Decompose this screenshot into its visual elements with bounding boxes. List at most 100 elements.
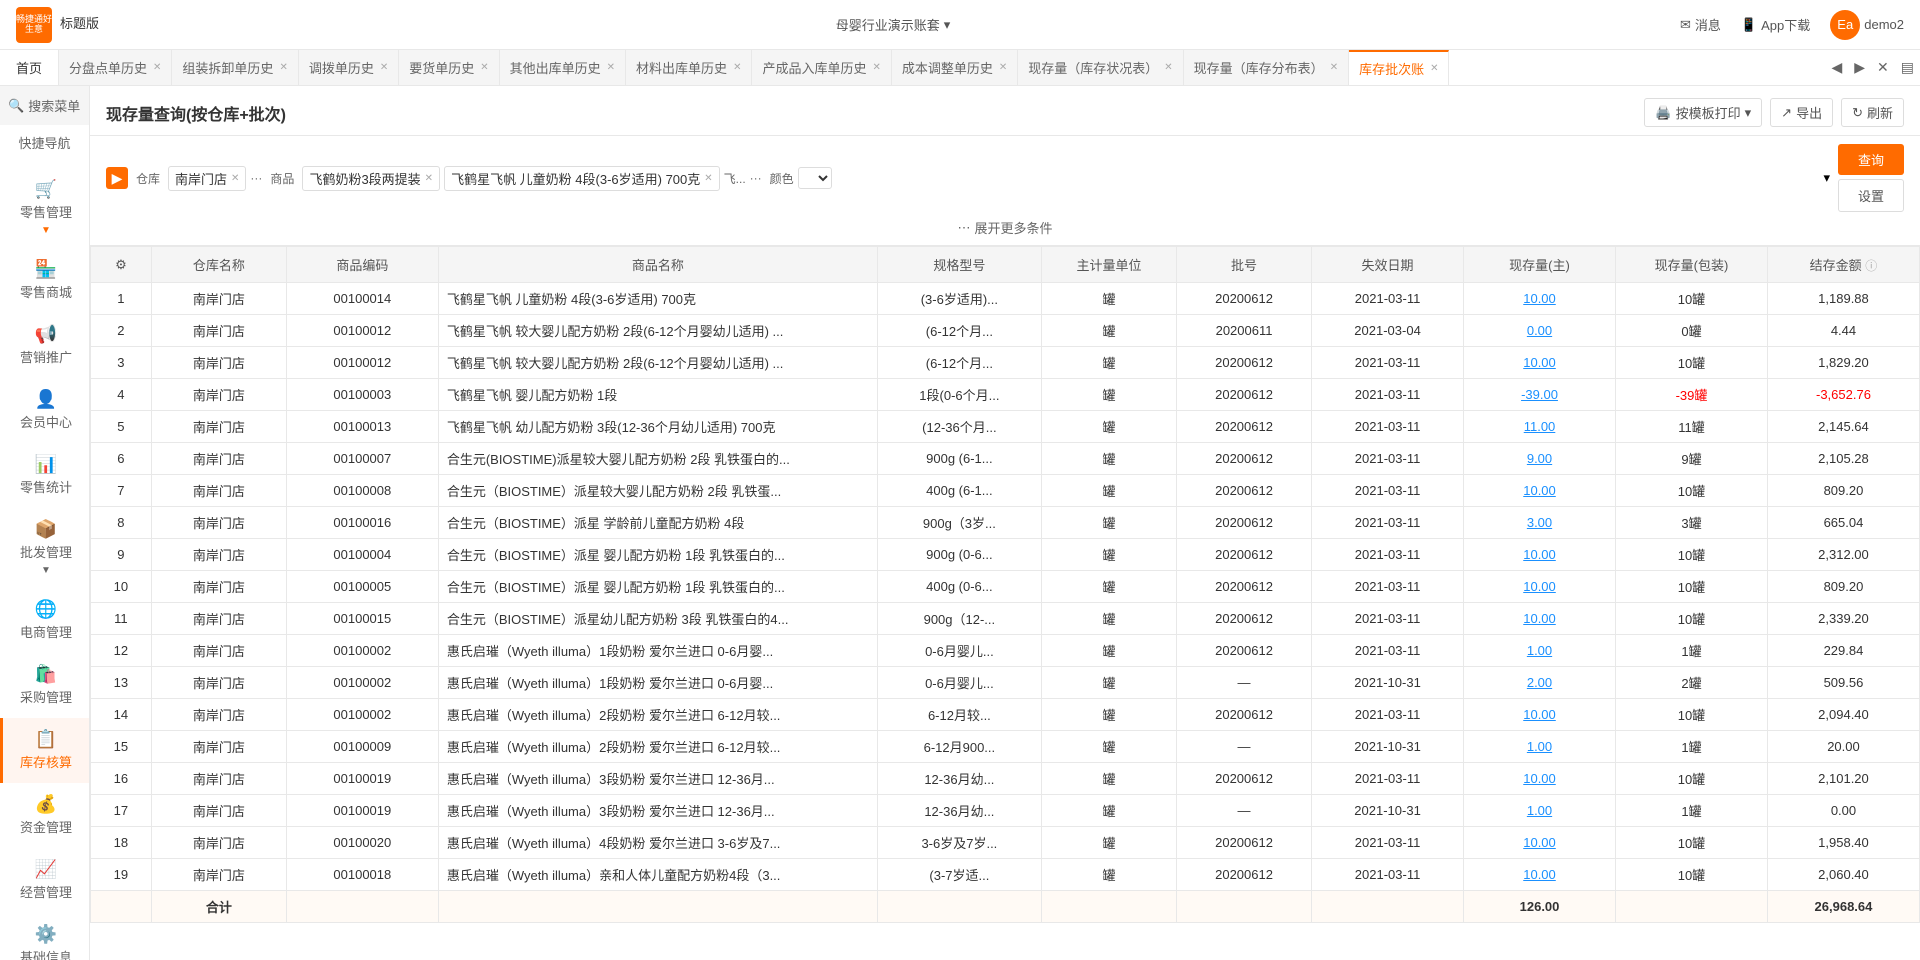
cell-code-6: 00100007 (286, 443, 438, 475)
sidebar: 🔍 搜索菜单 快捷导航 🛒 零售管理 ▼ 🏪 零售商城 📢 营销推广 👤 会员中… (0, 86, 90, 960)
sidebar-item-business[interactable]: 📈 经营管理 (0, 848, 89, 913)
tab-sample[interactable]: 调拨单历史 ✕ (299, 50, 399, 85)
th-settings[interactable]: ⚙ (91, 247, 152, 283)
cell-stock-main-17[interactable]: 1.00 (1464, 795, 1616, 827)
th-unit: 主计量单位 (1041, 247, 1176, 283)
product-tag-1[interactable]: 飞鹤奶粉3段两提装 ✕ (302, 166, 440, 191)
tab-split-inventory[interactable]: 分盘点单历史 ✕ (59, 50, 172, 85)
cell-warehouse-17: 南岸门店 (151, 795, 286, 827)
sidebar-item-finance[interactable]: 💰 资金管理 (0, 783, 89, 848)
sidebar-item-purchase[interactable]: 🛍️ 采购管理 (0, 653, 89, 718)
tab-stock-dist[interactable]: 现存量（库存分布表） ✕ (1184, 50, 1349, 85)
cell-stock-main-5[interactable]: 11.00 (1464, 411, 1616, 443)
product-tag-1-value: 飞鹤奶粉3段两提装 (309, 169, 420, 188)
tab-request[interactable]: 要货单历史 ✕ (399, 50, 499, 85)
cell-warehouse-19: 南岸门店 (151, 859, 286, 891)
cell-stock-main-19[interactable]: 10.00 (1464, 859, 1616, 891)
tab-disassembly[interactable]: 组装拆卸单历史 ✕ (172, 50, 298, 85)
tab-material-out-close[interactable]: ✕ (733, 62, 741, 73)
tab-other-out[interactable]: 其他出库单历史 ✕ (500, 50, 626, 85)
amount-info-icon[interactable]: ⓘ (1865, 259, 1877, 273)
sidebar-item-retail-stat[interactable]: 📊 零售统计 (0, 443, 89, 508)
tab-stock-status[interactable]: 现存量（库存状况表） ✕ (1018, 50, 1183, 85)
warehouse-tag-close[interactable]: ✕ (231, 173, 239, 184)
cell-stock-main-16[interactable]: 10.00 (1464, 763, 1616, 795)
cell-stock-main-6[interactable]: 9.00 (1464, 443, 1616, 475)
tab-menu[interactable]: ▤ (1895, 59, 1920, 76)
tab-stock-dist-close[interactable]: ✕ (1330, 62, 1338, 73)
expand-more-btn[interactable]: ⋯ 展开更多条件 (957, 218, 1052, 237)
tab-nav-prev[interactable]: ◀ (1825, 59, 1848, 76)
cell-stock-main-13[interactable]: 2.00 (1464, 667, 1616, 699)
tab-disassembly-close[interactable]: ✕ (279, 62, 287, 73)
tab-sample-close[interactable]: ✕ (380, 62, 388, 73)
cell-stock-main-18[interactable]: 10.00 (1464, 827, 1616, 859)
tab-split-inventory-close[interactable]: ✕ (153, 62, 161, 73)
setting-btn[interactable]: 设置 (1838, 179, 1904, 212)
tab-close-current[interactable]: ✕ (1871, 59, 1895, 76)
sidebar-item-inventory[interactable]: 📋 库存核算 (0, 718, 89, 783)
cell-name-16: 惠氏启璀（Wyeth illuma）3段奶粉 爱尔兰进口 12-36月... (438, 763, 877, 795)
cell-stock-main-10[interactable]: 10.00 (1464, 571, 1616, 603)
query-btn[interactable]: 查询 (1838, 144, 1904, 175)
tab-nav-next[interactable]: ▶ (1848, 59, 1871, 76)
cell-stock-main-12[interactable]: 1.00 (1464, 635, 1616, 667)
tab-cost-adjust-close[interactable]: ✕ (999, 62, 1007, 73)
refresh-btn[interactable]: ↻ 刷新 (1841, 98, 1904, 127)
sidebar-item-ecommerce[interactable]: 🌐 电商管理 (0, 588, 89, 653)
tab-stock-status-close[interactable]: ✕ (1164, 62, 1172, 73)
sidebar-item-member[interactable]: 👤 会员中心 (0, 378, 89, 443)
cell-stock-main-2[interactable]: 0.00 (1464, 315, 1616, 347)
tab-product-in[interactable]: 产成品入库单历史 ✕ (752, 50, 891, 85)
user-menu[interactable]: Ea demo2 (1830, 10, 1904, 40)
cell-warehouse-14: 南岸门店 (151, 699, 286, 731)
cell-spec-13: 0-6月婴儿... (877, 667, 1041, 699)
cell-stock-main-11[interactable]: 10.00 (1464, 603, 1616, 635)
product-tag-2-close[interactable]: ✕ (704, 173, 712, 184)
tab-cost-adjust[interactable]: 成本调整单历史 ✕ (892, 50, 1018, 85)
product-tag-1-close[interactable]: ✕ (425, 173, 433, 184)
warehouse-more[interactable]: ··· (250, 171, 262, 185)
messages-btn[interactable]: ✉ 消息 (1680, 15, 1721, 34)
cell-stock-main-8[interactable]: 3.00 (1464, 507, 1616, 539)
tab-other-out-close[interactable]: ✕ (607, 62, 615, 73)
color-filter-select[interactable] (798, 167, 832, 189)
retail-icon: 🛒 (35, 180, 57, 198)
cell-stock-main-7[interactable]: 10.00 (1464, 475, 1616, 507)
cell-warehouse-15: 南岸门店 (151, 731, 286, 763)
tab-batch-ledger-close[interactable]: ✕ (1430, 63, 1438, 74)
cell-stock-main-14[interactable]: 10.00 (1464, 699, 1616, 731)
avatar: Ea (1830, 10, 1860, 40)
app-download-btn[interactable]: 📱 App下载 (1741, 15, 1810, 34)
tab-request-close[interactable]: ✕ (480, 62, 488, 73)
print-btn[interactable]: 🖨️ 按模板打印 ▾ (1644, 98, 1762, 127)
warehouse-tag[interactable]: 南岸门店 ✕ (168, 166, 246, 191)
sidebar-shortcut[interactable]: 快捷导航 (0, 125, 89, 160)
filter-expand-btn[interactable]: ▶ (106, 167, 128, 189)
cell-stock-main-4[interactable]: -39.00 (1464, 379, 1616, 411)
table-row: 15 南岸门店 00100009 惠氏启璀（Wyeth illuma）2段奶粉 … (91, 731, 1920, 763)
product-tag-2[interactable]: 飞鹤星飞帆 儿童奶粉 4段(3-6岁适用) 700克 ✕ (444, 166, 720, 191)
cell-stock-main-3[interactable]: 10.00 (1464, 347, 1616, 379)
org-selector[interactable]: 母婴行业演示账套 ▾ (836, 15, 951, 34)
sidebar-item-retail-shop[interactable]: 🏪 零售商城 (0, 248, 89, 313)
sidebar-item-retail[interactable]: 🛒 零售管理 ▼ (0, 168, 89, 248)
sidebar-search[interactable]: 🔍 搜索菜单 (0, 86, 89, 125)
tab-product-in-close[interactable]: ✕ (872, 62, 880, 73)
export-btn[interactable]: ↗ 导出 (1770, 98, 1833, 127)
tab-disassembly-label: 组装拆卸单历史 (182, 58, 273, 77)
sidebar-item-wholesale[interactable]: 📦 批发管理 ▼ (0, 508, 89, 588)
sidebar-item-marketing[interactable]: 📢 营销推广 (0, 313, 89, 378)
sidebar-item-basic[interactable]: ⚙️ 基础信息 (0, 913, 89, 960)
tab-material-out[interactable]: 材料出库单历史 ✕ (626, 50, 752, 85)
tab-home[interactable]: 首页 (0, 50, 59, 85)
cell-code-11: 00100015 (286, 603, 438, 635)
cell-stock-main-15[interactable]: 1.00 (1464, 731, 1616, 763)
cell-stock-pkg-5: 11罐 (1615, 411, 1767, 443)
cell-stock-main-9[interactable]: 10.00 (1464, 539, 1616, 571)
cell-stock-main-1[interactable]: 10.00 (1464, 283, 1616, 315)
cell-warehouse-18: 南岸门店 (151, 827, 286, 859)
tab-batch-ledger[interactable]: 库存批次账 ✕ (1349, 50, 1449, 85)
product-more-dots[interactable]: ··· (750, 171, 762, 185)
product-more[interactable]: 飞... (724, 170, 746, 187)
